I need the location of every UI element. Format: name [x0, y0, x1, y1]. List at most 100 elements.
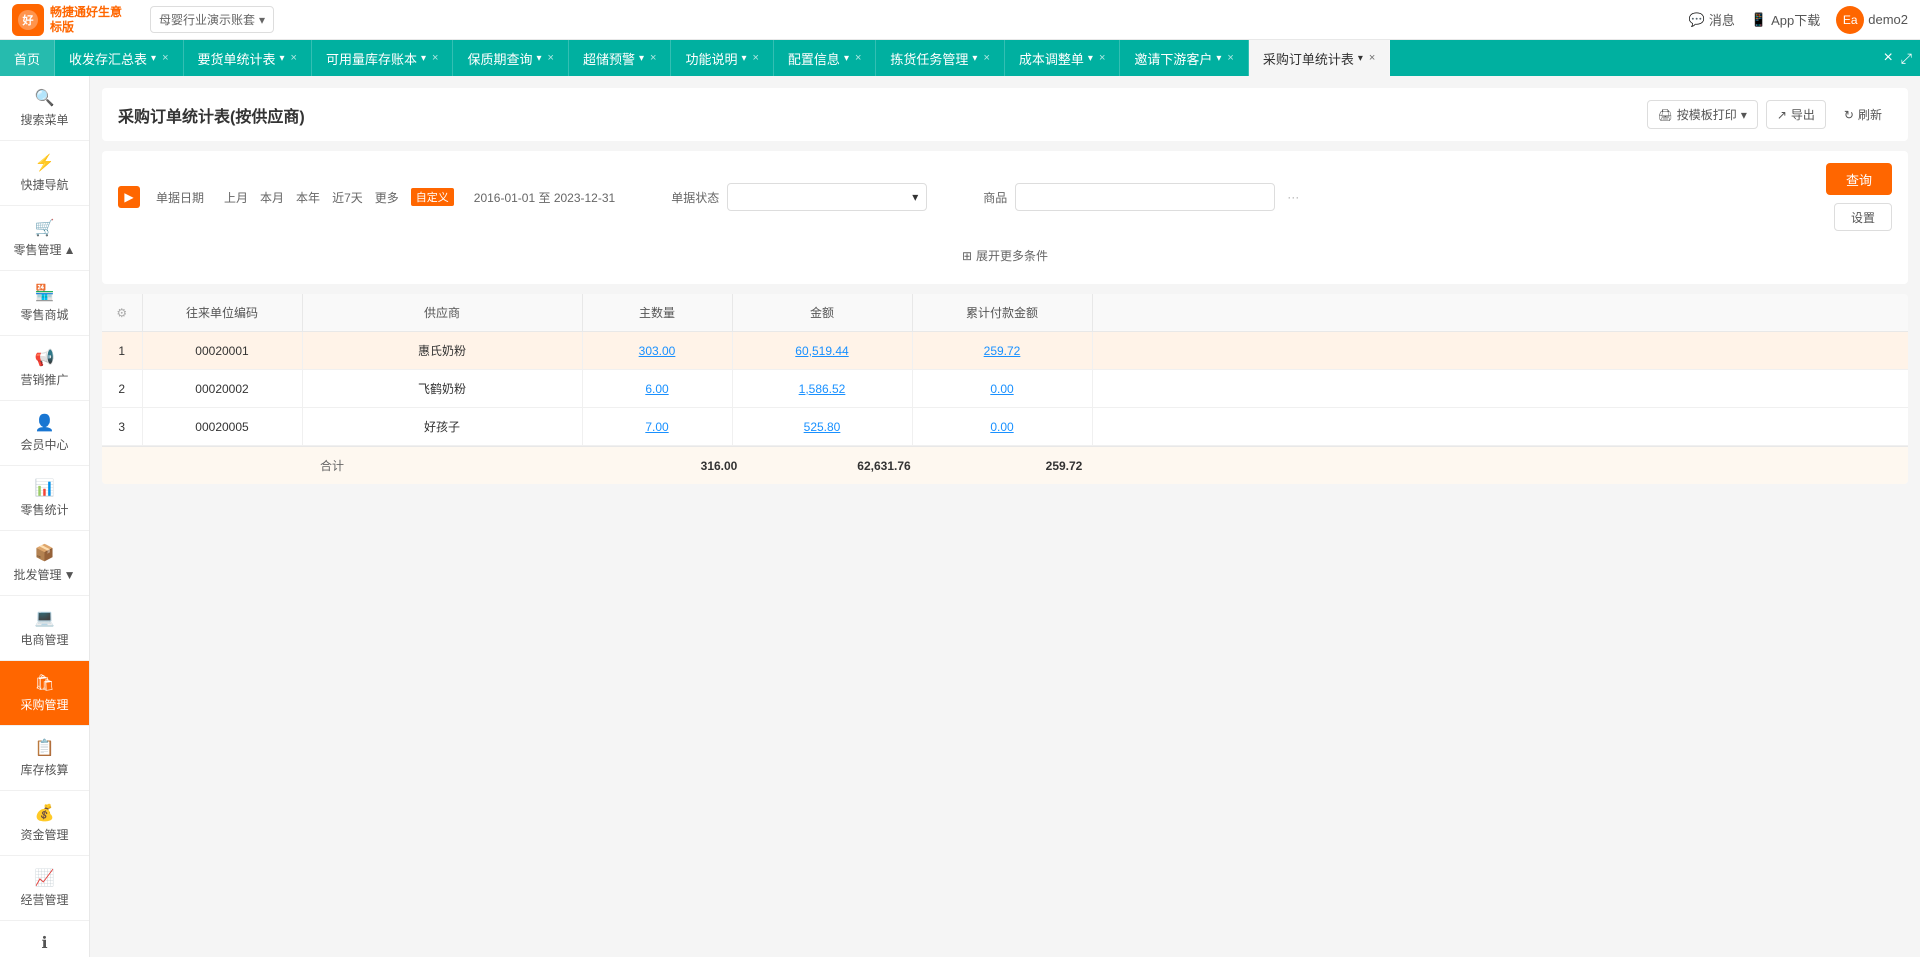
tab-yaohuo[interactable]: 要货单统计表 ▾ ×: [184, 40, 312, 76]
filter-more-row: ⊞ 展开更多条件: [118, 239, 1892, 272]
clipboard-icon: 📋: [6, 738, 83, 758]
sidebar-item-search[interactable]: 🔍 搜索菜单: [0, 76, 89, 141]
user-avatar[interactable]: Ea demo2: [1836, 6, 1908, 34]
goods-label: 商品: [983, 189, 1007, 206]
message-button[interactable]: 💬 消息: [1689, 10, 1735, 29]
custom-tag: 自定义: [411, 188, 454, 206]
expand-icon[interactable]: ⤢: [1901, 50, 1912, 67]
close-icon[interactable]: ×: [650, 52, 656, 64]
chevron-down-icon: ▾: [912, 190, 918, 204]
table-row[interactable]: 1 00020001 惠氏奶粉 303.00 60,519.44: [102, 332, 1908, 370]
tab-jianhuo[interactable]: 拣货任务管理 ▾ ×: [876, 40, 1004, 76]
filter-toggle[interactable]: ▶: [118, 186, 140, 208]
tab-chaochuyujing[interactable]: 超储预警 ▾ ×: [569, 40, 671, 76]
tab-gongneng[interactable]: 功能说明 ▾ ×: [671, 40, 773, 76]
col-supplier-header: 供应商: [302, 294, 582, 332]
refresh-button[interactable]: ↻ 刷新: [1834, 101, 1892, 128]
sidebar-item-marketing[interactable]: 📢 营销推广: [0, 336, 89, 401]
table-row[interactable]: 2 00020002 飞鹤奶粉 6.00 1,586.52: [102, 370, 1908, 408]
row-2-paid: 0.00: [912, 370, 1092, 408]
close-icon[interactable]: ×: [752, 52, 758, 64]
close-icon[interactable]: ×: [432, 52, 438, 64]
sidebar-item-retail-mgmt[interactable]: 🛒 零售管理 ▲: [0, 206, 89, 271]
close-icon[interactable]: ×: [291, 52, 297, 64]
col-amount-header: 金额: [732, 294, 912, 332]
shortcut-last-month[interactable]: 上月: [220, 188, 252, 207]
close-icon[interactable]: ×: [548, 52, 554, 64]
sidebar-item-purchase[interactable]: 🛍 采购管理: [0, 661, 89, 726]
close-icon[interactable]: ×: [1099, 52, 1105, 64]
sidebar-item-member[interactable]: 👤 会员中心: [0, 401, 89, 466]
footer-qty: 316.00: [644, 459, 794, 473]
chevron-icon: ▼: [64, 568, 76, 582]
page-header: 采购订单统计表(按供应商) 🖨 按模板打印 ▾ ↗ 导出 ↻ 刷新: [102, 88, 1908, 141]
row-3-paid: 0.00: [912, 408, 1092, 446]
tab-shoufacun[interactable]: 收发存汇总表 ▾ ×: [55, 40, 183, 76]
sidebar-item-retail-stats[interactable]: 📊 零售统计: [0, 466, 89, 531]
account-selector[interactable]: 母婴行业演示账套 ▾: [150, 6, 274, 33]
date-label: 单据日期: [156, 189, 204, 206]
chevron-down-icon: ▾: [151, 53, 156, 64]
close-window-icon[interactable]: ×: [1883, 49, 1892, 67]
sidebar-item-wholesale[interactable]: 📦 批发管理 ▼: [0, 531, 89, 596]
status-select[interactable]: ▾: [727, 183, 927, 211]
tab-keyongliang[interactable]: 可用量库存账本 ▾ ×: [312, 40, 453, 76]
sidebar-item-operations[interactable]: 📈 经营管理: [0, 856, 89, 921]
shortcut-more[interactable]: 更多: [371, 188, 403, 207]
sidebar-item-finance[interactable]: 💰 资金管理: [0, 791, 89, 856]
query-button[interactable]: 查询: [1826, 163, 1892, 195]
tab-home[interactable]: 首页: [0, 40, 55, 76]
filter-row-1: ▶ 单据日期 上月 本月 本年 近7天 更多 自定义 2016-01-01 至 …: [118, 163, 1892, 231]
more-options-icon[interactable]: ···: [1287, 190, 1299, 204]
sidebar-item-quicknav[interactable]: ⚡ 快捷导航: [0, 141, 89, 206]
row-1-extra: [1092, 332, 1908, 370]
close-icon[interactable]: ×: [1369, 52, 1375, 64]
sidebar-item-basic-info[interactable]: ℹ 基础信息: [0, 921, 89, 957]
row-2-supplier: 飞鹤奶粉: [302, 370, 582, 408]
tab-peizhi[interactable]: 配置信息 ▾ ×: [774, 40, 876, 76]
date-range-display: 2016-01-01 至 2023-12-31: [474, 189, 615, 206]
cart-icon: 🛒: [6, 218, 83, 238]
close-icon[interactable]: ×: [983, 52, 989, 64]
refresh-icon: ↻: [1844, 108, 1854, 122]
top-bar: 好 畅捷通好生意 标版 母婴行业演示账套 ▾ 💬 消息 📱 App下载 Ea d…: [0, 0, 1920, 40]
shortcut-this-month[interactable]: 本月: [256, 188, 288, 207]
chevron-down-icon: ▾: [1741, 108, 1747, 122]
shortcut-7days[interactable]: 近7天: [328, 188, 367, 207]
close-icon[interactable]: ×: [855, 52, 861, 64]
status-filter-group: 单据状态 ▾: [671, 183, 927, 211]
lightning-icon: ⚡: [6, 153, 83, 173]
chevron-down-icon: ▾: [741, 53, 746, 64]
row-3-amount: 525.80: [732, 408, 912, 446]
goods-input[interactable]: [1015, 183, 1275, 211]
chevron-icon: ▲: [64, 243, 76, 257]
tab-chengben[interactable]: 成本调整单 ▾ ×: [1005, 40, 1120, 76]
page-title: 采购订单统计表(按供应商): [118, 103, 305, 127]
tab-baozhi[interactable]: 保质期查询 ▾ ×: [453, 40, 568, 76]
app-download-button[interactable]: 📱 App下载: [1751, 10, 1820, 29]
col-paid-header: 累计付款金额: [912, 294, 1092, 332]
close-icon[interactable]: ×: [1227, 52, 1233, 64]
column-settings-icon[interactable]: ⚙: [116, 306, 127, 320]
row-3-seq: 3: [102, 408, 142, 446]
footer-label: 合计: [164, 457, 364, 474]
chevron-down-icon: ▾: [259, 13, 265, 27]
tab-caigou-active[interactable]: 采购订单统计表 ▾ ×: [1249, 40, 1390, 76]
sidebar-item-ecommerce[interactable]: 💻 电商管理: [0, 596, 89, 661]
row-3-supplier: 好孩子: [302, 408, 582, 446]
settings-button[interactable]: 设置: [1834, 203, 1892, 231]
export-button[interactable]: ↗ 导出: [1766, 100, 1826, 129]
sidebar-item-retail-mall[interactable]: 🏪 零售商城: [0, 271, 89, 336]
col-empty-header: [1092, 294, 1908, 332]
shortcut-this-year[interactable]: 本年: [292, 188, 324, 207]
print-button[interactable]: 🖨 按模板打印 ▾: [1647, 100, 1758, 129]
table-row[interactable]: 3 00020005 好孩子 7.00 525.80: [102, 408, 1908, 446]
sidebar-item-inventory[interactable]: 📋 库存核算: [0, 726, 89, 791]
col-code-header: 往来单位编码: [142, 294, 302, 332]
close-icon[interactable]: ×: [162, 52, 168, 64]
expand-more-button[interactable]: ⊞ 展开更多条件: [950, 243, 1060, 268]
nav-tabs: 首页 收发存汇总表 ▾ × 要货单统计表 ▾ × 可用量库存账本 ▾ × 保质期…: [0, 40, 1920, 76]
chevron-down-icon: ▾: [1358, 53, 1363, 64]
row-2-qty: 6.00: [582, 370, 732, 408]
tab-yaoqing[interactable]: 邀请下游客户 ▾ ×: [1120, 40, 1248, 76]
